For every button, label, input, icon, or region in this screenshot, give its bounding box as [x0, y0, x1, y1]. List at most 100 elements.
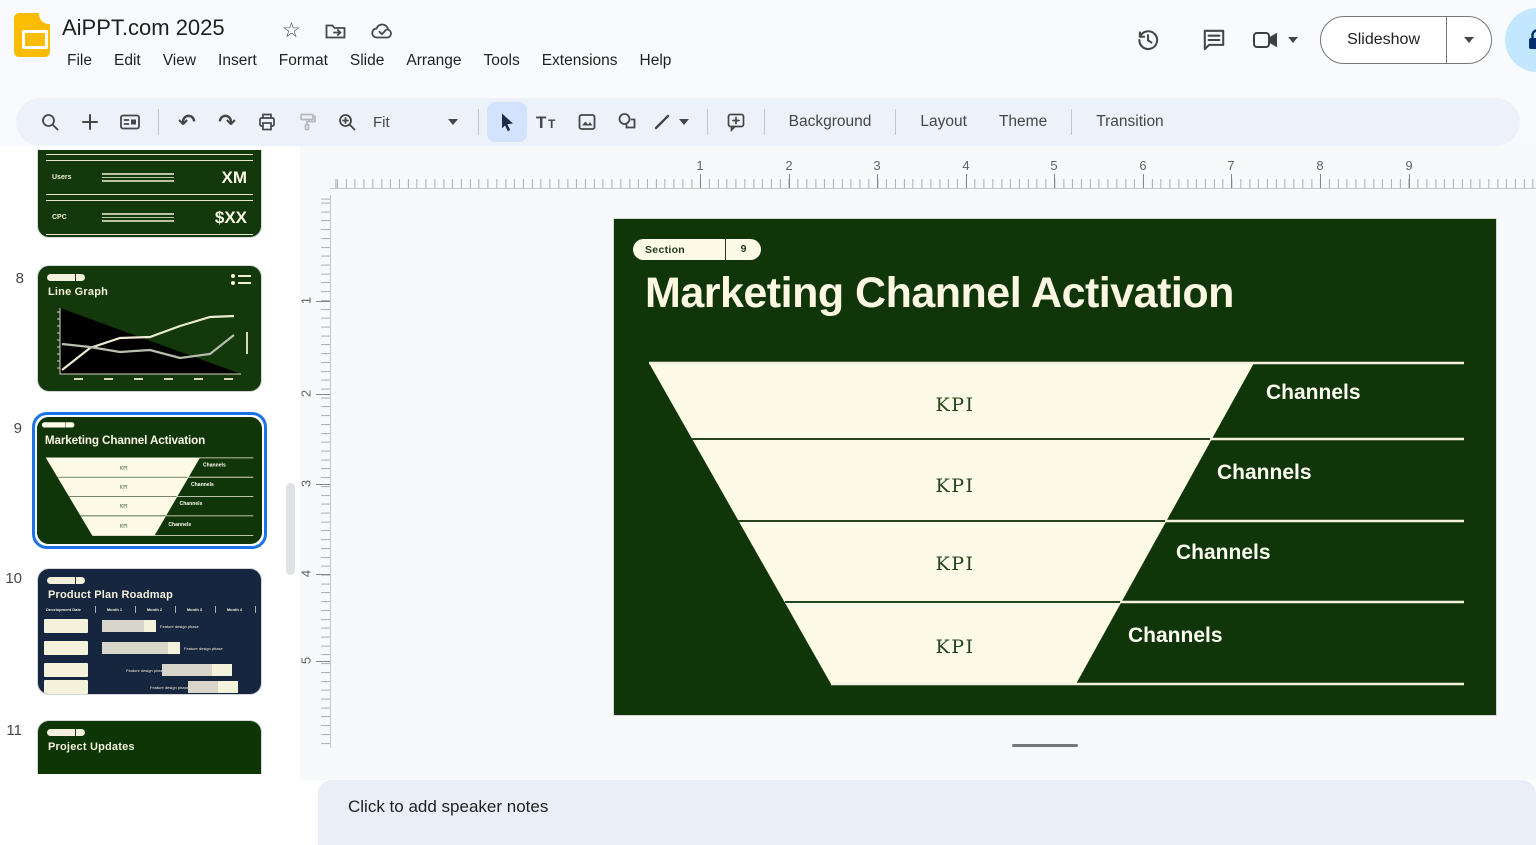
horizontal-ruler: [330, 179, 1536, 188]
zoom-fit-label: Fit: [373, 113, 390, 131]
undo-icon[interactable]: ↶: [167, 102, 207, 142]
slide-title[interactable]: Marketing Channel Activation: [645, 269, 1234, 318]
insert-shape-icon[interactable]: [607, 102, 647, 142]
s7-row3-textlines: [102, 211, 174, 224]
menu-edit[interactable]: Edit: [103, 48, 152, 74]
s10-task-2: [44, 641, 88, 655]
zoom-icon[interactable]: [327, 102, 367, 142]
vertical-ruler: [321, 195, 330, 748]
share-button[interactable]: [1505, 8, 1536, 72]
paint-format-icon[interactable]: [287, 102, 327, 142]
vruler-num: 3: [298, 479, 314, 488]
s10-task-3: [44, 663, 88, 677]
s11-section-badge: [47, 729, 85, 736]
hruler-num: 7: [1227, 158, 1235, 173]
funnel-channel-4[interactable]: Channels: [1128, 624, 1223, 647]
background-button[interactable]: Background: [773, 113, 888, 131]
slide-editing-area[interactable]: KPI KPI KPI KPI Channels Channels Channe…: [613, 218, 1497, 716]
menu-tools[interactable]: Tools: [473, 48, 531, 74]
move-folder-icon[interactable]: [325, 22, 347, 40]
section-badge[interactable]: Section 9: [633, 239, 761, 260]
templates-icon[interactable]: [110, 102, 150, 142]
svg-text:Channels: Channels: [191, 482, 214, 488]
slide-10-number: 10: [5, 570, 22, 587]
menu-arrange[interactable]: Arrange: [395, 48, 472, 74]
vruler-num: 1: [298, 296, 314, 305]
insert-image-icon[interactable]: [567, 102, 607, 142]
slide-8-thumbnail[interactable]: Line Graph: [37, 265, 262, 392]
funnel-channel-2[interactable]: Channels: [1217, 461, 1312, 484]
vruler-num: 5: [298, 656, 314, 665]
speaker-notes-placeholder: Click to add speaker notes: [348, 797, 549, 816]
redo-icon[interactable]: ↷: [207, 102, 247, 142]
version-history-icon[interactable]: [1124, 16, 1172, 64]
insert-comment-icon[interactable]: [716, 102, 756, 142]
menu-insert[interactable]: Insert: [207, 48, 268, 74]
s7-row3-label: CPC: [52, 214, 67, 221]
menu-format[interactable]: Format: [268, 48, 339, 74]
slideshow-options-caret[interactable]: [1447, 17, 1491, 63]
funnel-channel-1[interactable]: Channels: [1266, 381, 1361, 404]
slide-9-thumbnail[interactable]: Marketing Channel Activation KPI KPI KPI…: [37, 417, 262, 544]
s7-row2-textlines: [102, 171, 174, 184]
line-caret-icon[interactable]: [678, 119, 689, 125]
slideshow-label[interactable]: Slideshow: [1321, 17, 1447, 63]
s10-task-1: [44, 619, 88, 633]
s10-section-badge: [47, 577, 85, 584]
text-box-icon[interactable]: T T: [527, 102, 567, 142]
menu-slide[interactable]: Slide: [339, 48, 395, 74]
select-tool-icon[interactable]: [486, 102, 527, 142]
search-menus-icon[interactable]: [30, 102, 70, 142]
layout-button[interactable]: Layout: [904, 113, 983, 131]
toolbar: ↶ ↷ Fit T T Background Layout Theme Tran…: [16, 98, 1520, 146]
slideshow-button[interactable]: Slideshow: [1320, 16, 1492, 64]
funnel-kpi-3[interactable]: KPI: [936, 553, 975, 575]
funnel-kpi-2[interactable]: KPI: [936, 475, 975, 497]
s8-title: Line Graph: [48, 286, 109, 298]
menu-extensions[interactable]: Extensions: [531, 48, 629, 74]
slide-7-thumbnail[interactable]: XX% Users XM CPC $XX: [37, 150, 262, 238]
s8-section-badge: [47, 274, 85, 281]
funnel-channel-3[interactable]: Channels: [1176, 541, 1271, 564]
slides-logo[interactable]: [14, 12, 51, 57]
app-header: AiPPT.com 2025 ☆ File Edit View Insert F…: [0, 0, 1536, 96]
document-title[interactable]: AiPPT.com 2025: [62, 15, 225, 41]
camera-caret-icon[interactable]: [1288, 37, 1299, 43]
svg-text:KPI: KPI: [120, 466, 128, 471]
cloud-saved-icon[interactable]: [371, 22, 395, 40]
slide-8-number: 8: [15, 270, 24, 287]
slide-10-thumbnail[interactable]: Product Plan Roadmap Development Date Mo…: [37, 568, 262, 695]
menu-bar: File Edit View Insert Format Slide Arran…: [56, 48, 682, 74]
lock-icon: [1529, 29, 1536, 49]
menu-view[interactable]: View: [152, 48, 207, 74]
star-icon[interactable]: ☆: [282, 18, 301, 43]
insert-line-icon[interactable]: [647, 102, 677, 142]
new-slide-icon[interactable]: [70, 102, 110, 142]
slide-9-number: 9: [13, 420, 22, 437]
svg-text:T: T: [536, 113, 547, 132]
s7-row2-value: XM: [221, 167, 248, 187]
svg-text:Channels: Channels: [180, 501, 203, 507]
menu-file[interactable]: File: [56, 48, 103, 74]
speaker-notes-box[interactable]: Click to add speaker notes: [318, 780, 1536, 845]
s9-mini-slide: Marketing Channel Activation KPI KPI KPI…: [37, 417, 262, 544]
svg-text:Marketing Channel Activation: Marketing Channel Activation: [45, 434, 205, 447]
menu-help[interactable]: Help: [629, 48, 683, 74]
speaker-notes-strip: Click to add speaker notes: [0, 780, 1536, 845]
theme-button[interactable]: Theme: [983, 113, 1063, 131]
hruler-num: 2: [785, 158, 793, 173]
svg-text:KPI: KPI: [120, 505, 128, 510]
meet-camera-control[interactable]: [1252, 29, 1299, 51]
transition-button[interactable]: Transition: [1080, 113, 1179, 131]
funnel-kpi-4[interactable]: KPI: [936, 636, 975, 658]
zoom-fit-select[interactable]: Fit: [367, 114, 470, 131]
svg-text:KPI: KPI: [120, 525, 128, 530]
funnel-kpi-1[interactable]: KPI: [936, 394, 975, 416]
filmstrip-scrollbar[interactable]: [286, 483, 295, 575]
s10-task-4: [44, 680, 88, 694]
vruler-num: 4: [298, 569, 314, 578]
print-icon[interactable]: [247, 102, 287, 142]
comments-icon[interactable]: [1190, 16, 1238, 64]
notes-resize-handle[interactable]: [1012, 744, 1078, 747]
slide-11-thumbnail[interactable]: Project Updates: [37, 720, 262, 774]
